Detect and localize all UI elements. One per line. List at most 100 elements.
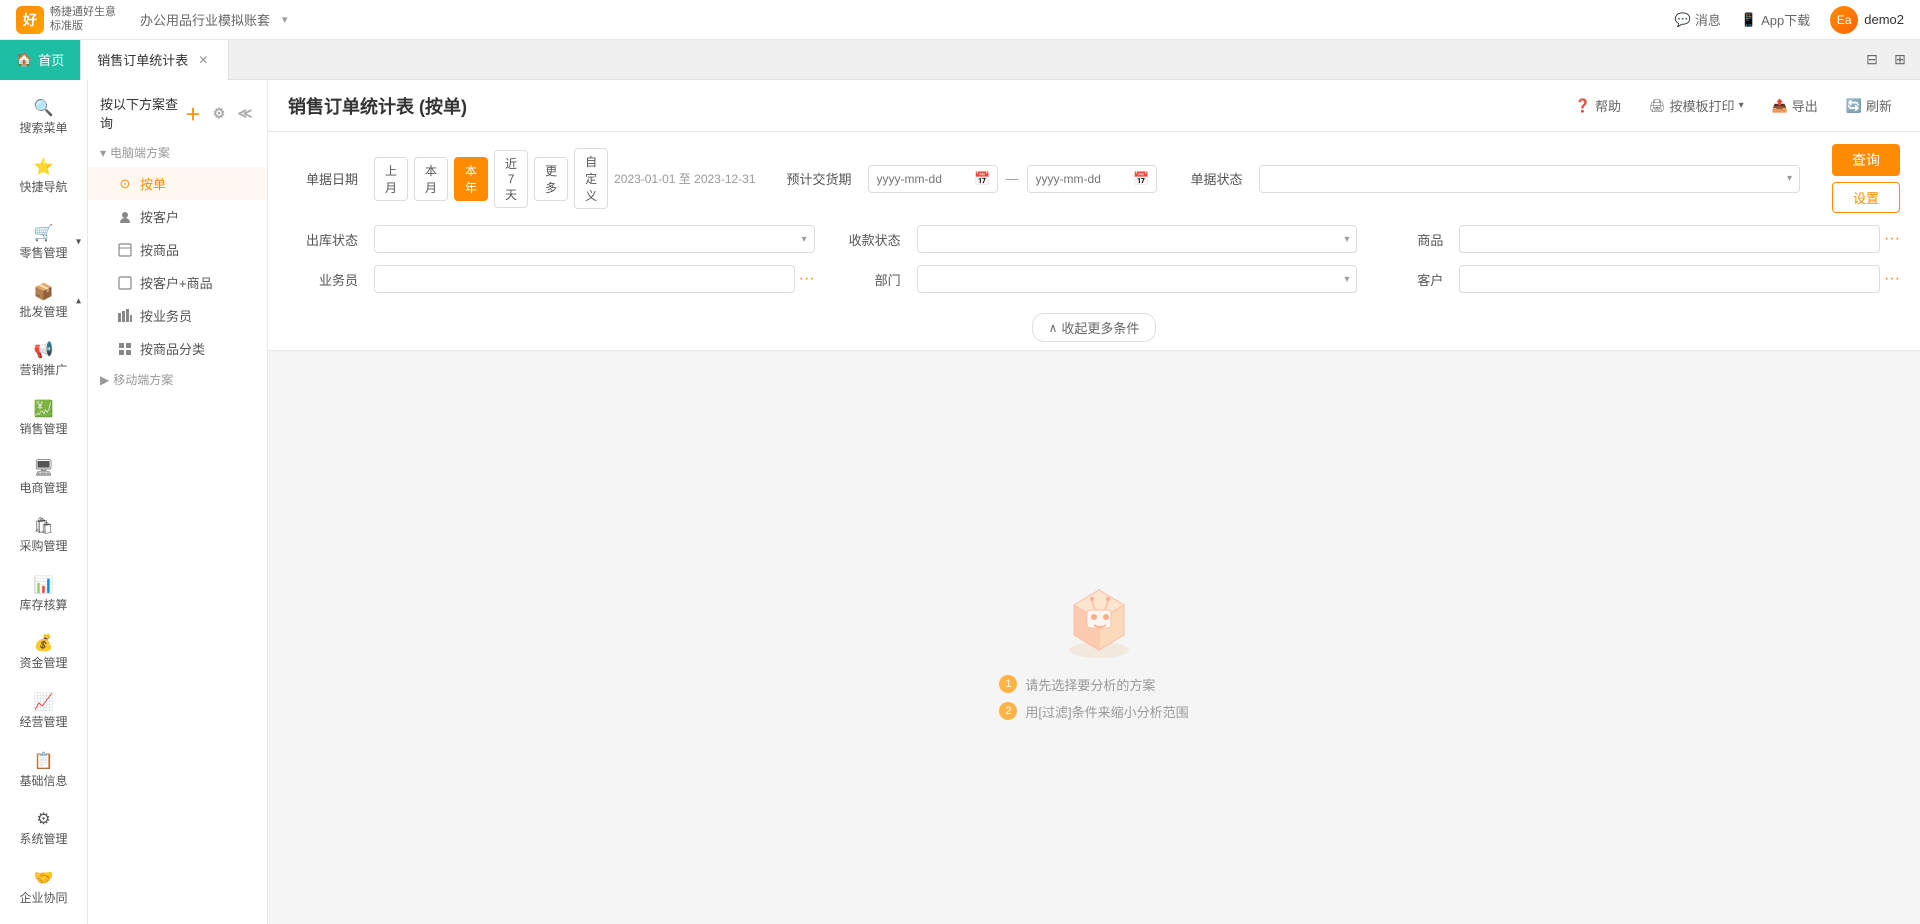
scheme-by-salesperson[interactable]: 按业务员 (88, 299, 267, 332)
salesperson-input-wrap: ··· (374, 265, 815, 293)
user-area[interactable]: Ea demo2 (1830, 6, 1904, 34)
wholesale-icon: 📦 (34, 282, 54, 302)
breadcrumb-arrow[interactable]: ▾ (282, 13, 288, 26)
last-7-days-btn[interactable]: 近7天 (494, 150, 528, 208)
more-date-btn[interactable]: 更多 (534, 157, 568, 201)
chevron-right-icon: ▶ (100, 373, 109, 387)
sidebar-item-enterprise[interactable]: 🤝 企业协同 (0, 858, 87, 917)
export-icon: 📤 (1772, 98, 1788, 114)
receipt-status-label: 收款状态 (831, 230, 901, 249)
date-end-input[interactable] (1027, 165, 1157, 193)
content-area: 按以下方案查询 ＋ ⚙ ≪ ▾ 电脑端方案 (88, 80, 1920, 924)
bill-status-select[interactable] (1259, 165, 1800, 193)
filter-area: 单据日期 上月 本月 本年 近7天 更多 自定义 2023-01-01 至 20… (268, 132, 1920, 305)
custom-date-btn[interactable]: 自定义 (574, 148, 608, 209)
search-btn[interactable]: 查询 (1832, 144, 1900, 176)
predicted-delivery-label: 预计交货期 (772, 169, 852, 188)
sidebar-item-system[interactable]: ⚙ 系统管理 (0, 799, 87, 858)
tab-home[interactable]: 🏠 首页 (0, 40, 81, 80)
sidebar-item-finance[interactable]: 💰 资金管理 (0, 623, 87, 682)
settings-btn[interactable]: 设置 (1832, 182, 1900, 213)
tab-close-btn[interactable]: ✕ (194, 51, 212, 69)
customer-more-btn[interactable]: ··· (1884, 270, 1900, 288)
category-icon (116, 340, 134, 358)
empty-tip-1: 1 请先选择要分析的方案 (999, 675, 1188, 694)
tab-maximize-btn[interactable]: ⊞ (1888, 48, 1912, 72)
collapse-bar[interactable]: ∧ 收起更多条件 (268, 305, 1920, 351)
tab-bar-right: ⊟ ⊞ (1860, 48, 1920, 72)
search-btn-area: 查询 设置 (1832, 144, 1900, 213)
logo-icon: 好 (16, 6, 44, 34)
sidebar-item-retail[interactable]: 🛒 零售管理 ▾ (0, 213, 87, 272)
tab-minimize-btn[interactable]: ⊟ (1860, 48, 1884, 72)
this-year-btn[interactable]: 本年 (454, 157, 488, 201)
mobile-scheme-group[interactable]: ▶ 移动端方案 (88, 365, 267, 394)
sidebar-item-ecommerce[interactable]: 🖥 电商管理 (0, 448, 87, 507)
date-range-text: 2023-01-01 至 2023-12-31 (614, 170, 755, 187)
customer-input[interactable] (1459, 265, 1880, 293)
print-btn[interactable]: 🖨 按模板打印 (1641, 92, 1752, 119)
sidebar-item-basic[interactable]: 📋 基础信息 (0, 741, 87, 800)
goods-input-wrap: ··· (1459, 225, 1900, 253)
collapse-panel-btn[interactable]: ≪ (235, 103, 255, 123)
customer-input-wrap: ··· (1459, 265, 1900, 293)
plus-icon: ＋ (185, 101, 201, 125)
scheme-by-customer[interactable]: 按客户 (88, 200, 267, 233)
export-btn[interactable]: 📤 导出 (1764, 92, 1826, 119)
goods-more-btn[interactable]: ··· (1884, 230, 1900, 248)
page-header: 销售订单统计表 (按单) ❓ 帮助 🖨 按模板打印 📤 (268, 80, 1920, 132)
goods-input[interactable] (1459, 225, 1880, 253)
tip-num-1: 1 (999, 675, 1017, 693)
ecommerce-icon: 🖥 (33, 458, 53, 478)
sidebar-item-wholesale[interactable]: 📦 批发管理 ▴ (0, 272, 87, 331)
scheme-by-order[interactable]: ⊙ 按单 (88, 167, 267, 200)
sidebar-item-inventory[interactable]: 📊 库存核算 (0, 565, 87, 624)
scheme-by-customer-goods[interactable]: 按客户+商品 (88, 266, 267, 299)
out-status-select[interactable] (374, 225, 815, 253)
download-icon: 📱 (1741, 12, 1757, 28)
tab-bar: 🏠 首页 销售订单统计表 ✕ ⊟ ⊞ (0, 40, 1920, 80)
sidebar-item-operations[interactable]: 📈 经营管理 (0, 682, 87, 741)
last-month-btn[interactable]: 上月 (374, 157, 408, 201)
empty-tip-2: 2 用[过滤]条件来缩小分析范围 (999, 702, 1188, 721)
top-bar-left: 好 畅捷通好生意 标准版 办公用品行业模拟账套 ▾ (16, 6, 288, 34)
date-btn-group: 上月 本月 本年 近7天 更多 自定义 2023-01-01 至 2023-12… (374, 148, 756, 209)
scheme-by-goods[interactable]: 按商品 (88, 233, 267, 266)
receipt-status-select[interactable] (917, 225, 1358, 253)
page-actions: ❓ 帮助 🖨 按模板打印 📤 导出 🔄 刷 (1567, 92, 1900, 119)
salesperson-input[interactable] (374, 265, 795, 293)
sidebar-quick-nav[interactable]: ⭐ 快捷导航 (0, 147, 87, 206)
page-title: 销售订单统计表 (按单) (288, 93, 467, 119)
goods-icon (116, 241, 134, 259)
this-month-btn[interactable]: 本月 (414, 157, 448, 201)
scheme-by-goods-category[interactable]: 按商品分类 (88, 332, 267, 365)
sidebar-item-purchase[interactable]: 🛍 采购管理 (0, 506, 87, 565)
tab-sales-order-stats[interactable]: 销售订单统计表 ✕ (81, 40, 229, 80)
user-name: demo2 (1864, 12, 1904, 27)
out-status-select-wrap: ▾ (374, 225, 815, 253)
sidebar-item-marketing[interactable]: 📢 营销推广 (0, 330, 87, 389)
salesperson-more-btn[interactable]: ··· (799, 270, 815, 288)
operations-icon: 📈 (34, 692, 54, 712)
filter-row-3: 业务员 ··· 部门 ▾ 客户 ··· (288, 265, 1900, 293)
department-select[interactable] (917, 265, 1358, 293)
avatar: Ea (1830, 6, 1858, 34)
inventory-icon: 📊 (34, 575, 54, 595)
empty-illustration (1044, 555, 1144, 655)
basic-icon: 📋 (34, 751, 54, 771)
add-scheme-btn[interactable]: ＋ (183, 103, 203, 123)
date-start-input[interactable] (868, 165, 998, 193)
message-btn[interactable]: 💬 消息 (1675, 10, 1721, 29)
app-download-btn[interactable]: 📱 App下载 (1741, 10, 1810, 29)
settings-scheme-btn[interactable]: ⚙ (209, 103, 229, 123)
goods-label: 商品 (1373, 230, 1443, 249)
sidebar-item-newbie[interactable]: 🎯 新手引导 (0, 916, 87, 924)
help-btn[interactable]: ❓ 帮助 (1567, 92, 1629, 119)
refresh-btn[interactable]: 🔄 刷新 (1838, 92, 1900, 119)
sidebar-search[interactable]: 🔍 搜索菜单 (0, 88, 87, 147)
pc-scheme-group[interactable]: ▾ 电脑端方案 (88, 138, 267, 167)
empty-tips: 1 请先选择要分析的方案 2 用[过滤]条件来缩小分析范围 (999, 675, 1188, 721)
sidebar-item-sales[interactable]: 💹 销售管理 (0, 389, 87, 448)
customer-label: 客户 (1373, 270, 1443, 289)
star-icon: ⭐ (34, 157, 54, 177)
